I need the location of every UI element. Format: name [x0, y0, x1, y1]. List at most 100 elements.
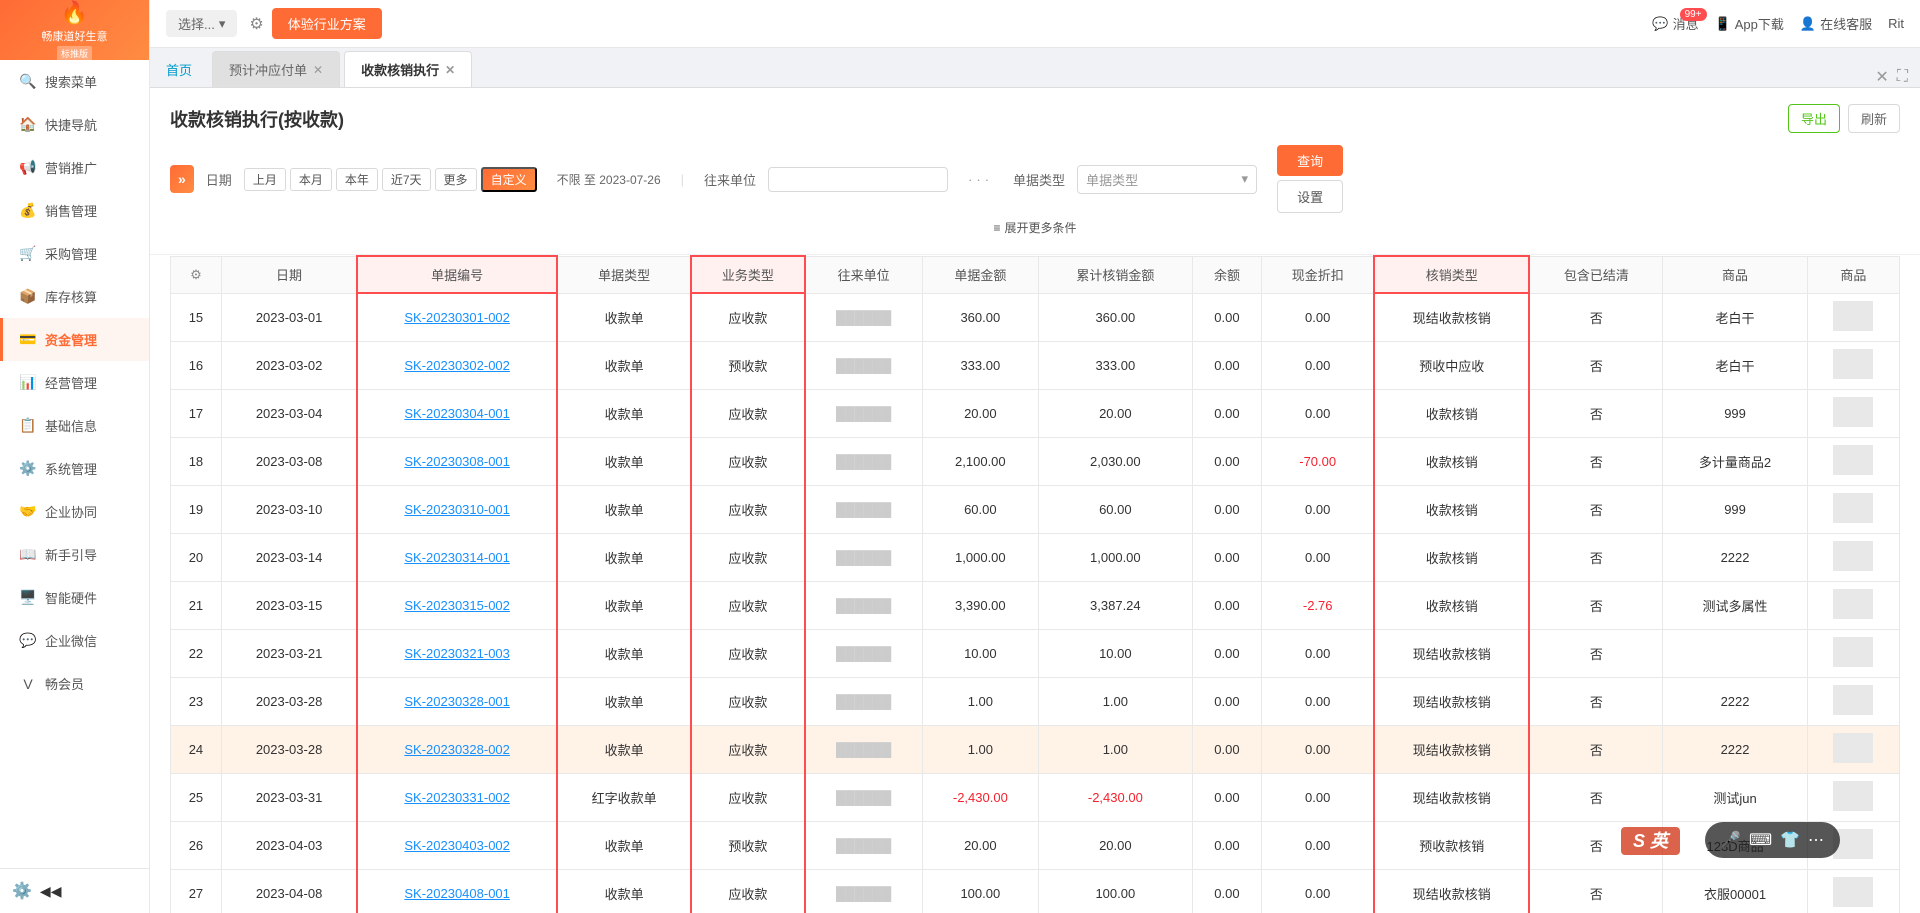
cell-doc-no: SK-20230403-002 [357, 821, 557, 869]
cell-no: 21 [171, 581, 222, 629]
settings-icon[interactable]: ⚙️ [12, 881, 32, 901]
sidebar-item-basic[interactable]: 📋 基础信息 [0, 404, 149, 447]
sidebar-item-guide[interactable]: 📖 新手引导 [0, 533, 149, 576]
tab-close-all-icon[interactable]: ✕ [1875, 67, 1888, 87]
cell-cancel-amount: 1.00 [1039, 725, 1193, 773]
doc-no-link[interactable]: SK-20230403-002 [404, 838, 510, 853]
tab-home[interactable]: 首页 [150, 52, 208, 87]
settings-button[interactable]: 设置 [1277, 180, 1343, 213]
filter-separator: | [681, 172, 684, 187]
doc-no-link[interactable]: SK-20230304-001 [404, 406, 510, 421]
doc-no-link[interactable]: SK-20230328-002 [404, 742, 510, 757]
sidebar-item-system[interactable]: ⚙️ 系统管理 [0, 447, 149, 490]
sidebar-item-shortcut[interactable]: 🏠 快捷导航 [0, 103, 149, 146]
cell-amount: 1.00 [922, 677, 1038, 725]
cell-doc-type: 收款单 [557, 869, 691, 913]
home-icon: 🏠 [19, 116, 37, 133]
sidebar-item-marketing[interactable]: 📢 营销推广 [0, 146, 149, 189]
doc-no-link[interactable]: SK-20230314-001 [404, 550, 510, 565]
cell-cancel-type: 收款核销 [1374, 485, 1529, 533]
cell-biz-type: 应收款 [691, 725, 804, 773]
sidebar-item-member[interactable]: V 畅会员 [0, 662, 149, 705]
topbar-selector[interactable]: 选择... ▾ [166, 10, 237, 37]
cell-goods: 衣服00001 [1663, 869, 1807, 913]
cell-goods: 测试jun [1663, 773, 1807, 821]
sidebar-item-purchase[interactable]: 🛒 采购管理 [0, 232, 149, 275]
cell-counterparty: ██████ [805, 485, 923, 533]
cell-doc-no: SK-20230408-001 [357, 869, 557, 913]
query-button[interactable]: 查询 [1277, 145, 1343, 176]
sidebar-logo: 🔥 畅康道好生意 标推版 [0, 0, 149, 60]
col-include-settled: 包含已结清 [1529, 256, 1662, 293]
solution-button[interactable]: 体验行业方案 [272, 8, 382, 39]
sidebar-item-search[interactable]: 🔍 搜索菜单 [0, 60, 149, 103]
cell-amount: 60.00 [922, 485, 1038, 533]
date-custom-button[interactable]: 自定义 [481, 167, 537, 192]
tab-payable[interactable]: 预计冲应付单 ✕ [212, 51, 340, 87]
sidebar-item-wechat[interactable]: 💬 企业微信 [0, 619, 149, 662]
cell-cancel-amount: 100.00 [1039, 869, 1193, 913]
hardware-icon: 🖥️ [19, 589, 37, 606]
counterparty-input[interactable] [768, 167, 948, 192]
doc-no-link[interactable]: SK-20230301-002 [404, 310, 510, 325]
tab-receivable-close-icon[interactable]: ✕ [445, 63, 455, 77]
message-button[interactable]: 💬 消息 99+ [1652, 14, 1698, 33]
cell-amount: -2,430.00 [922, 773, 1038, 821]
date-this-year[interactable]: 本年 [336, 168, 378, 191]
collapse-icon[interactable]: ◀◀ [40, 883, 62, 900]
app-icon: 📱 [1715, 16, 1731, 32]
cell-amount: 10.00 [922, 629, 1038, 677]
sidebar-label-sales: 销售管理 [45, 201, 97, 220]
table-row: 21 2023-03-15 SK-20230315-002 收款单 应收款 ██… [171, 581, 1900, 629]
cell-cash-discount: 0.00 [1262, 677, 1374, 725]
doc-no-link[interactable]: SK-20230308-001 [404, 454, 510, 469]
cell-date: 2023-03-28 [221, 677, 357, 725]
cell-doc-no: SK-20230328-002 [357, 725, 557, 773]
date-7days[interactable]: 近7天 [382, 168, 431, 191]
mic-icon[interactable]: 🎤 [1721, 830, 1741, 850]
doc-no-link[interactable]: SK-20230408-001 [404, 886, 510, 901]
export-button[interactable]: 导出 [1788, 104, 1840, 133]
tab-payable-close-icon[interactable]: ✕ [313, 63, 323, 77]
sidebar-item-finance[interactable]: 💳 资金管理 [0, 318, 149, 361]
date-last-month[interactable]: 上月 [244, 168, 286, 191]
cell-doc-no: SK-20230301-002 [357, 293, 557, 341]
filter-expand-button[interactable]: » [170, 165, 194, 193]
cell-cancel-type: 现结收款核销 [1374, 725, 1529, 773]
user-avatar[interactable]: Rit [1888, 16, 1904, 31]
online-service-button[interactable]: 👤 在线客服 [1800, 14, 1872, 33]
tab-receivable[interactable]: 收款核销执行 ✕ [344, 51, 472, 87]
cell-cancel-type: 现结收款核销 [1374, 629, 1529, 677]
tab-expand-icon[interactable]: ⛶ [1897, 68, 1908, 86]
sidebar-item-operations[interactable]: 📊 经营管理 [0, 361, 149, 404]
cell-include-settled: 否 [1529, 293, 1662, 341]
sidebar-item-inventory[interactable]: 📦 库存核算 [0, 275, 149, 318]
sidebar-item-hardware[interactable]: 🖥️ 智能硬件 [0, 576, 149, 619]
doc-no-link[interactable]: SK-20230331-002 [404, 790, 510, 805]
doc-no-link[interactable]: SK-20230315-002 [404, 598, 510, 613]
doc-no-link[interactable]: SK-20230302-002 [404, 358, 510, 373]
app-download-button[interactable]: 📱 App下载 [1715, 14, 1784, 33]
cell-goods: 多计量商品2 [1663, 437, 1807, 485]
expand-more-button[interactable]: ≡ 展开更多条件 [993, 219, 1076, 236]
grid-icon[interactable]: ⌨ [1749, 830, 1772, 850]
cell-balance: 0.00 [1192, 869, 1262, 913]
doc-no-link[interactable]: SK-20230328-001 [404, 694, 510, 709]
col-gear[interactable]: ⚙ [171, 256, 222, 293]
more-icon[interactable]: ⋯ [1808, 830, 1824, 850]
col-counterparty: 往来单位 [805, 256, 923, 293]
cell-date: 2023-03-01 [221, 293, 357, 341]
date-this-month[interactable]: 本月 [290, 168, 332, 191]
message-icon: 💬 [1652, 16, 1668, 32]
shirt-icon[interactable]: 👕 [1780, 830, 1800, 850]
refresh-button[interactable]: 刷新 [1848, 104, 1900, 133]
doc-no-link[interactable]: SK-20230321-003 [404, 646, 510, 661]
date-more[interactable]: 更多 [435, 168, 477, 191]
cell-biz-type: 应收款 [691, 293, 804, 341]
cell-cancel-amount: 20.00 [1039, 821, 1193, 869]
settings-icon[interactable]: ⚙ [249, 14, 263, 34]
sidebar-item-enterprise[interactable]: 🤝 企业协同 [0, 490, 149, 533]
cell-goods2 [1807, 389, 1899, 437]
sidebar-item-sales[interactable]: 💰 销售管理 [0, 189, 149, 232]
doc-no-link[interactable]: SK-20230310-001 [404, 502, 510, 517]
